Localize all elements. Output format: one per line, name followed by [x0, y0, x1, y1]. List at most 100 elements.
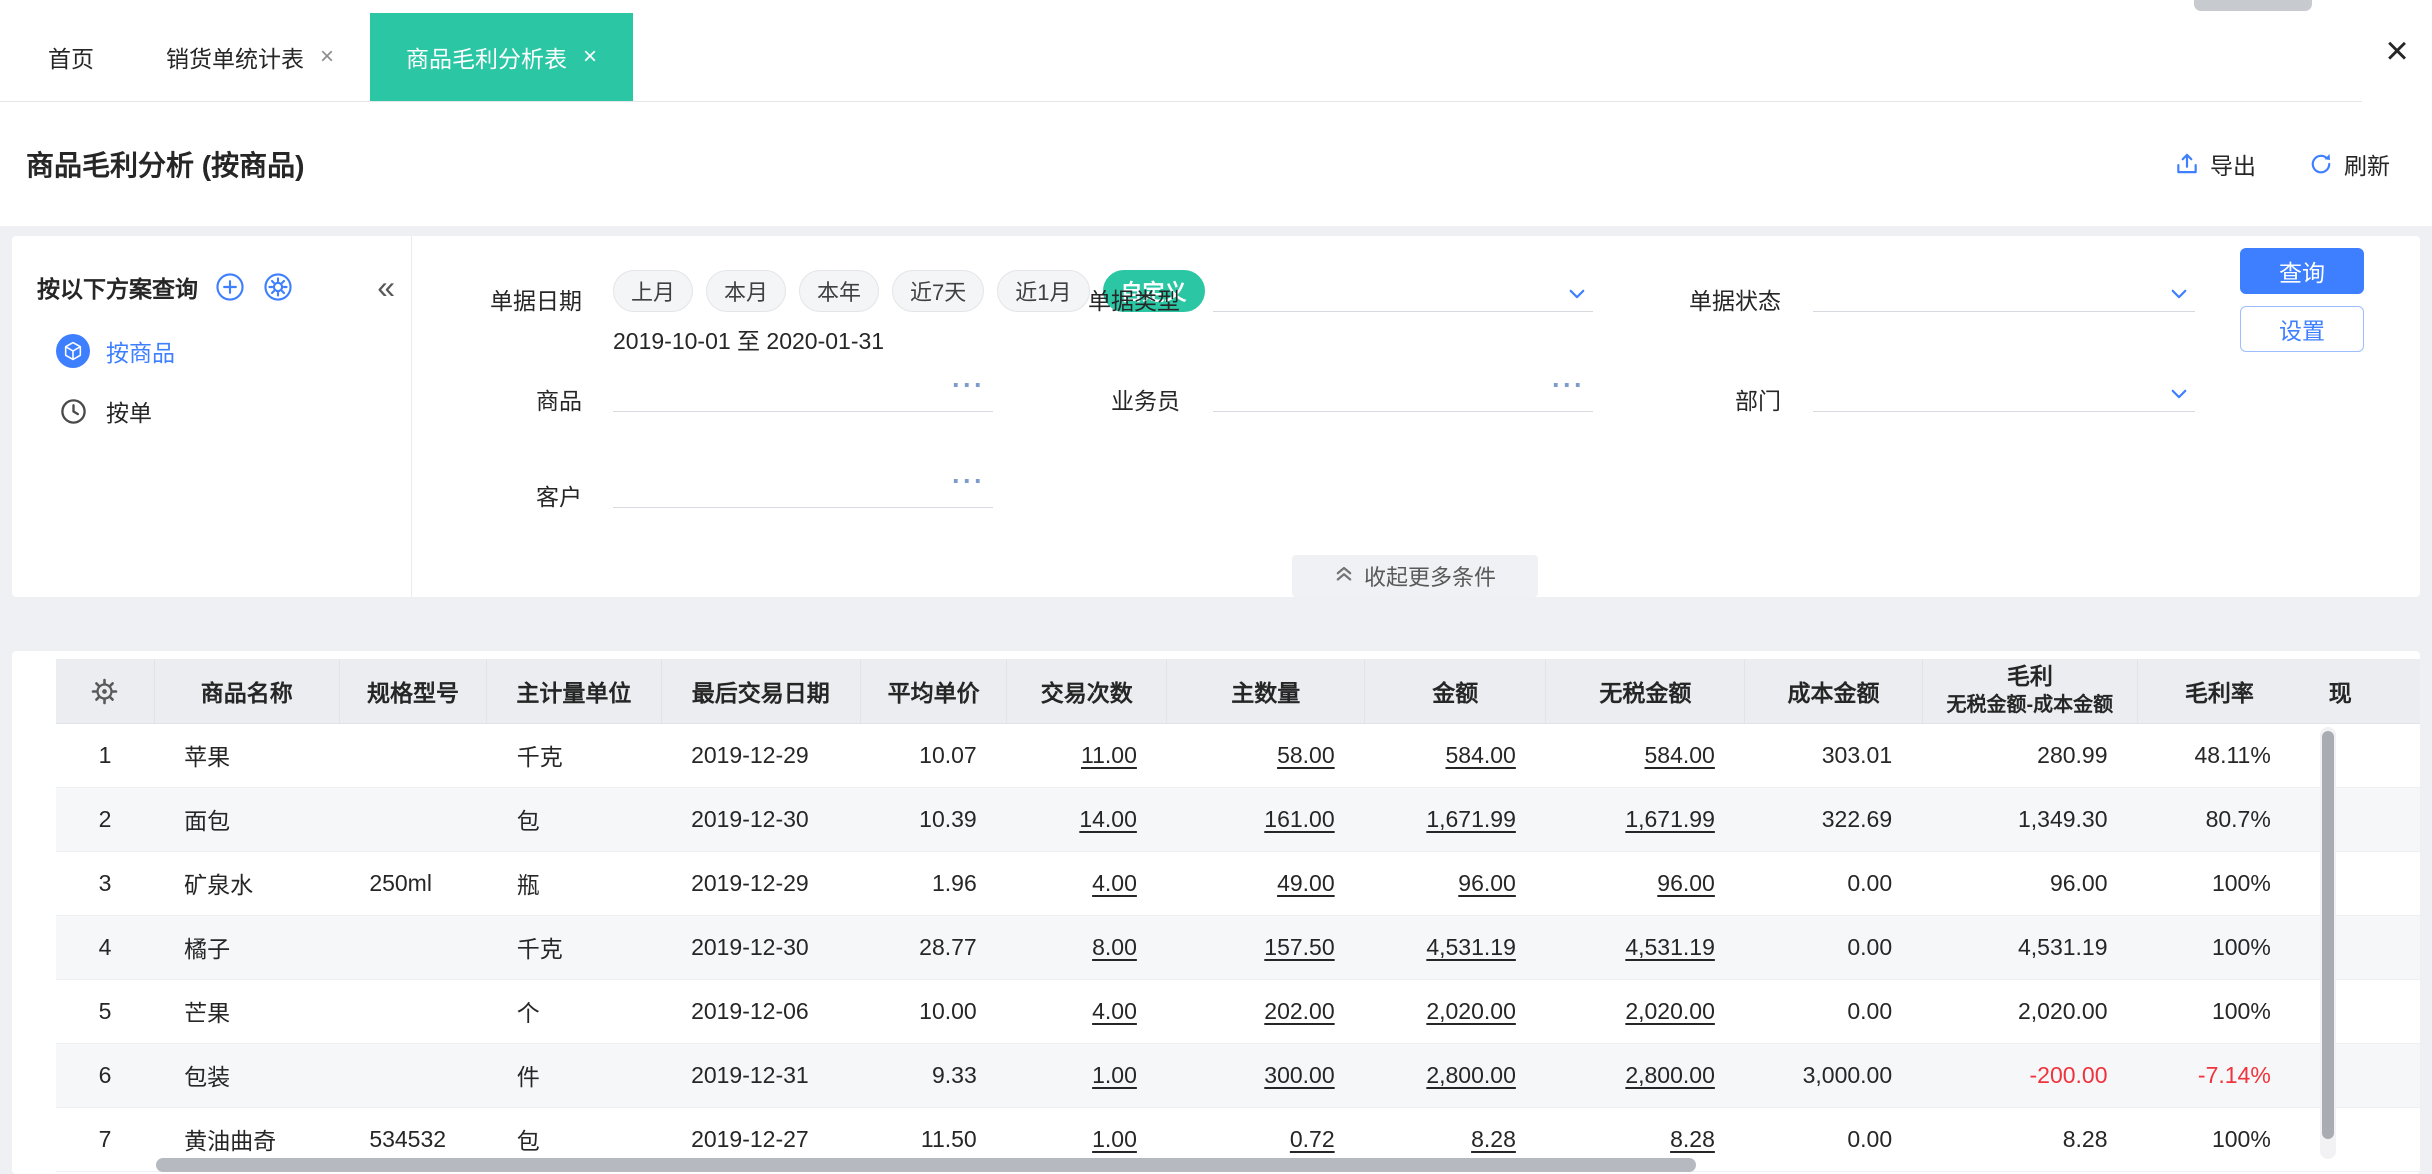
cell-amount[interactable]: 2,020.00: [1364, 979, 1546, 1044]
column-header-qty[interactable]: 主数量: [1166, 659, 1365, 724]
cell-notax[interactable]: 4,531.19: [1545, 915, 1745, 980]
cell-rate: 100%: [2137, 851, 2301, 916]
tab-close-icon[interactable]: ×: [320, 45, 334, 69]
date-preset-0[interactable]: 上月: [613, 270, 694, 312]
scheme-settings-button[interactable]: [262, 271, 294, 303]
cell-amount[interactable]: 1,671.99: [1364, 787, 1546, 852]
table-row[interactable]: 6 包装件 2019-12-31 9.33 1.00 300.00 2,800.00 2,80…: [56, 1043, 2420, 1108]
column-header-date[interactable]: 最后交易日期: [660, 659, 861, 724]
cell-unit: 包: [486, 787, 662, 852]
column-header-price[interactable]: 平均单价: [859, 659, 1007, 724]
table-row[interactable]: 3 矿泉水 250ml 瓶 2019-12-29 1.96 4.00 49.00 96.00 96…: [56, 851, 2420, 916]
cell-amount[interactable]: 584.00: [1364, 723, 1546, 788]
cell-notax[interactable]: 1,671.99: [1545, 787, 1745, 852]
cell-date: 2019-12-31: [661, 1043, 861, 1108]
column-header-name[interactable]: 商品名称: [153, 659, 340, 724]
filters-area: 单据日期 上月 本月 本年 近7天 近1月 自定义 2019-10-01 至 2020-0…: [412, 236, 2420, 597]
table-row[interactable]: 5 芒果个 2019-12-06 10.00 4.00 202.00 2,020.00 2,0…: [56, 979, 2420, 1044]
column-header-unit[interactable]: 主计量单位: [486, 659, 662, 724]
cell-spec: [339, 787, 487, 852]
cell-amount[interactable]: 4,531.19: [1364, 915, 1546, 980]
customer-input[interactable]: ···: [613, 464, 993, 508]
export-button[interactable]: 导出: [2174, 147, 2256, 181]
table-row[interactable]: 1 苹果 千克 2019-12-29 10.07 11.00 58.00 584.00 584.…: [56, 723, 2420, 788]
salesman-label: 业务员: [1111, 388, 1180, 414]
date-preset-3[interactable]: 近7天: [892, 270, 985, 312]
cell-price: 10.00: [860, 979, 1007, 1044]
cell-name: 包装: [154, 1043, 340, 1108]
scheme-title: 按以下方案查询: [37, 276, 198, 302]
date-range-text[interactable]: 2019-10-01 至 2020-01-31: [613, 322, 884, 356]
cell-spec: [339, 915, 487, 980]
table-row[interactable]: 4 橘子 千克 2019-12-30 28.77 8.00 157.50 4,531.19 4,…: [56, 915, 2420, 980]
tab-2[interactable]: 商品毛利分析表 ×: [370, 13, 634, 101]
collapse-more-label: 收起更多条件: [1363, 565, 1496, 590]
cell-count[interactable]: 1.00: [1006, 1043, 1167, 1108]
page-actions: 导出 刷新: [2174, 147, 2390, 181]
cell-rate: 48.11%: [2137, 723, 2301, 788]
column-header-cost[interactable]: 成本金额: [1744, 659, 1923, 724]
query-button[interactable]: 查询: [2240, 248, 2364, 294]
column-header-spec[interactable]: 规格型号: [338, 659, 487, 724]
refresh-button[interactable]: 刷新: [2308, 147, 2390, 181]
cell-amount[interactable]: 2,800.00: [1364, 1043, 1546, 1108]
salesman-input[interactable]: ···: [1213, 368, 1593, 412]
cell-qty[interactable]: 49.00: [1166, 851, 1365, 916]
product-input[interactable]: ···: [613, 368, 993, 412]
column-header-amount[interactable]: 金额: [1364, 659, 1546, 724]
cell-price: 10.07: [860, 723, 1007, 788]
cell-date: 2019-12-29: [661, 851, 861, 916]
table-row[interactable]: 2 面包包 2019-12-30 10.39 14.00 161.00 1,671.99 1,…: [56, 787, 2420, 852]
cell-price: 10.39: [860, 787, 1007, 852]
cell-count[interactable]: 14.00: [1006, 787, 1167, 852]
column-header-count[interactable]: 交易次数: [1006, 659, 1167, 724]
cell-count[interactable]: 8.00: [1006, 915, 1167, 980]
cell-count[interactable]: 4.00: [1006, 979, 1167, 1044]
tab-label: 销货单统计表: [166, 46, 304, 72]
close-tabs-button[interactable]: ×: [2362, 0, 2432, 102]
cell-qty[interactable]: 58.00: [1166, 723, 1365, 788]
cell-count[interactable]: 4.00: [1006, 851, 1167, 916]
cell-qty[interactable]: 157.50: [1166, 915, 1365, 980]
doc-type-select[interactable]: [1213, 268, 1593, 312]
cell-qty[interactable]: 300.00: [1166, 1043, 1365, 1108]
cell-rate: -7.14%: [2137, 1043, 2301, 1108]
cell-notax[interactable]: 584.00: [1545, 723, 1745, 788]
settings-button[interactable]: 设置: [2240, 306, 2364, 352]
cell-qty[interactable]: 202.00: [1166, 979, 1365, 1044]
cell-amount[interactable]: 96.00: [1364, 851, 1546, 916]
cell-rate: 100%: [2137, 915, 2301, 980]
column-settings-button[interactable]: [56, 659, 155, 724]
vertical-scroll-thumb[interactable]: [2322, 731, 2334, 1139]
vertical-scrollbar[interactable]: [2320, 727, 2336, 1159]
doc-status-label: 单据状态: [1689, 288, 1781, 314]
scheme-item-1[interactable]: 按单: [56, 394, 175, 428]
cell-notax[interactable]: 2,020.00: [1545, 979, 1745, 1044]
date-preset-2[interactable]: 本年: [799, 270, 880, 312]
tab-close-icon[interactable]: ×: [583, 45, 597, 69]
tab-1[interactable]: 销货单统计表 ×: [130, 13, 370, 101]
scheme-item-0[interactable]: 按商品: [56, 334, 175, 368]
export-label: 导出: [2210, 153, 2256, 179]
cell-notax[interactable]: 96.00: [1545, 851, 1745, 916]
cell-count[interactable]: 11.00: [1006, 723, 1167, 788]
cell-price: 28.77: [860, 915, 1007, 980]
more-options-icon[interactable]: ···: [952, 466, 985, 497]
cell-profit: 4,531.19: [1922, 915, 2138, 980]
column-header-notax[interactable]: 无税金额: [1545, 659, 1745, 724]
column-header-rate[interactable]: 毛利率: [2137, 659, 2301, 724]
tab-0[interactable]: 首页: [12, 13, 130, 101]
doc-status-select[interactable]: [1813, 268, 2195, 312]
column-header-profit[interactable]: 毛利 无税金额-成本金额: [1921, 659, 2138, 724]
horizontal-scroll-thumb[interactable]: [156, 1158, 1696, 1172]
date-preset-1[interactable]: 本月: [706, 270, 787, 312]
cell-rate: 100%: [2137, 979, 2301, 1044]
cell-qty[interactable]: 161.00: [1166, 787, 1365, 852]
horizontal-scrollbar[interactable]: [56, 1158, 2316, 1172]
gear-icon: [92, 678, 118, 705]
browser-scroll-thumb[interactable]: [2194, 0, 2312, 11]
cell-notax[interactable]: 2,800.00: [1545, 1043, 1745, 1108]
add-scheme-button[interactable]: [214, 271, 246, 303]
department-select[interactable]: [1813, 368, 2195, 412]
collapse-more-button[interactable]: 收起更多条件: [1292, 555, 1538, 597]
